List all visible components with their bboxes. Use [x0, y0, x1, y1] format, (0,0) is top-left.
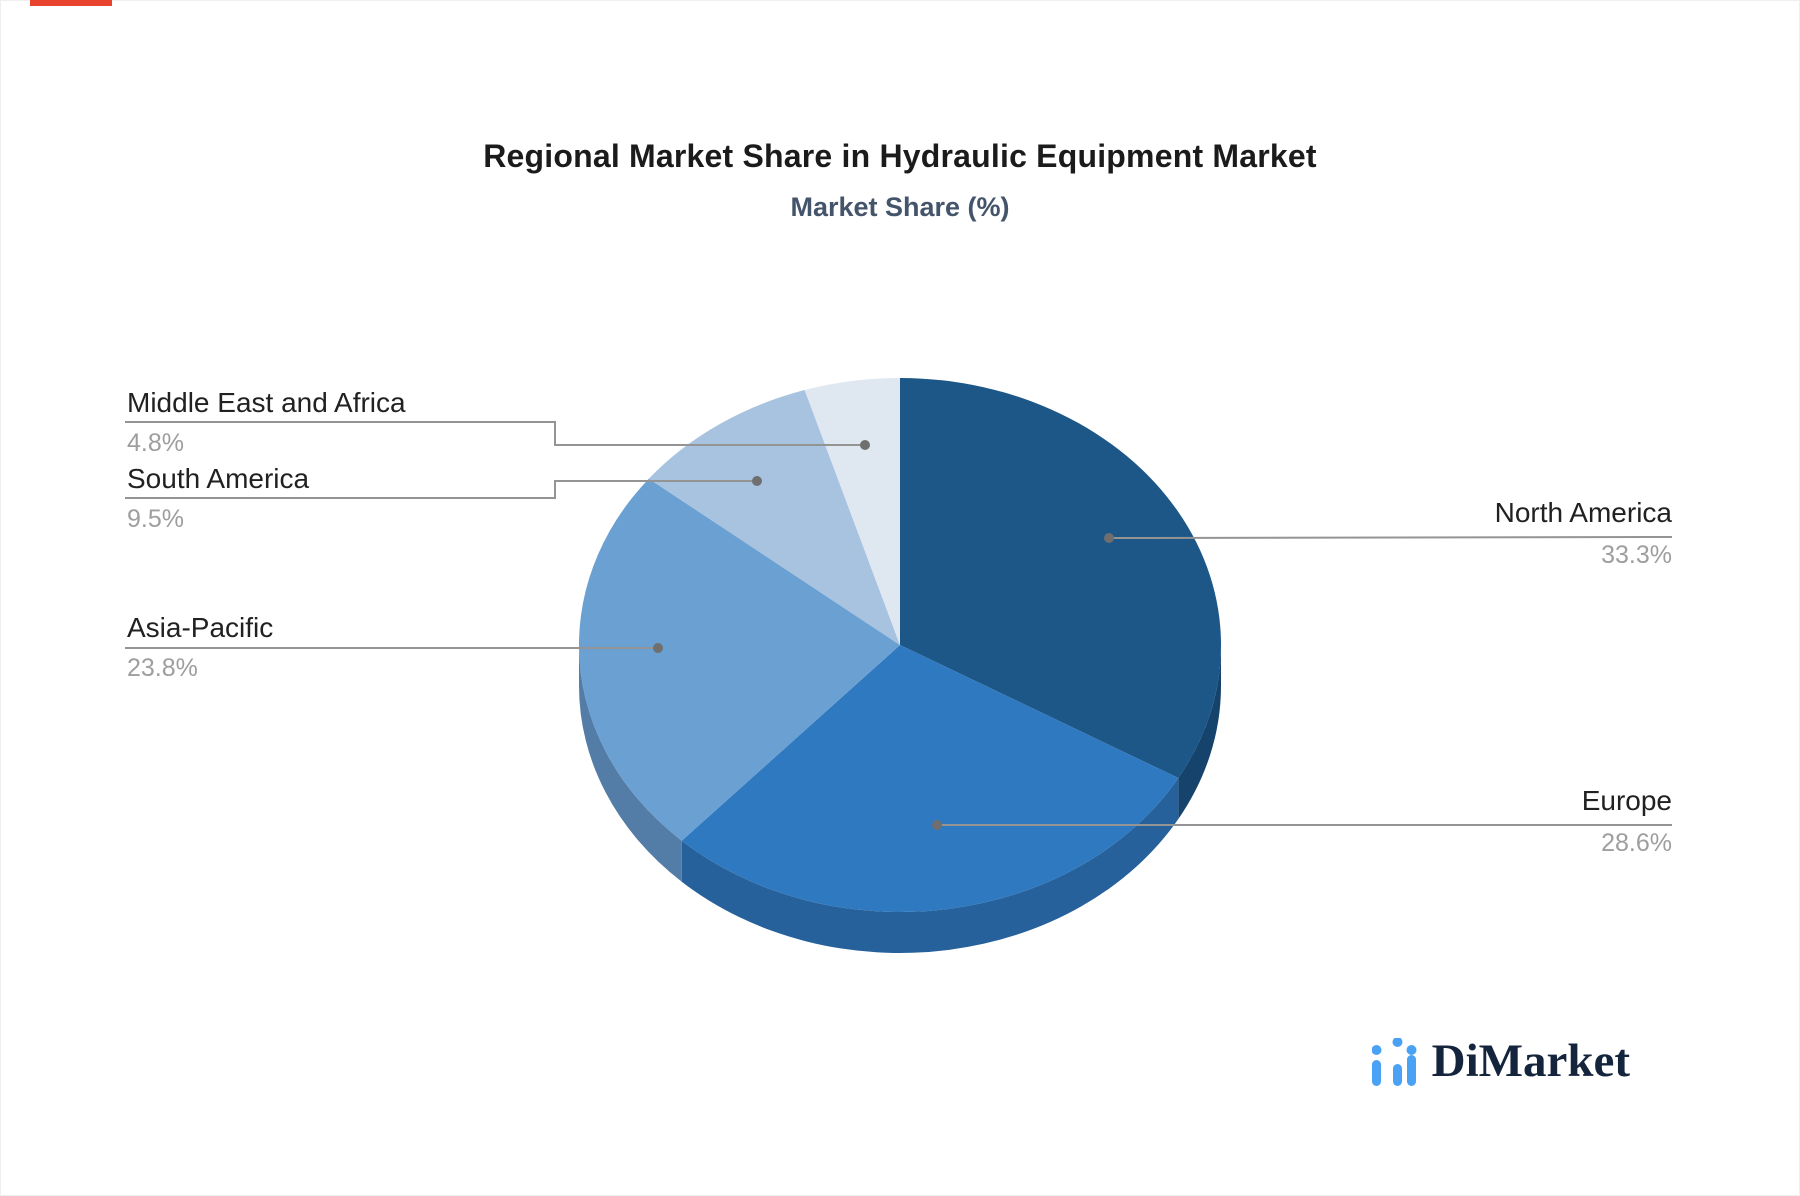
leader-dot-asia-pacific	[653, 643, 663, 653]
chart-page: Regional Market Share in Hydraulic Equip…	[0, 0, 1800, 1196]
slice-percent: 23.8%	[127, 653, 273, 683]
slice-percent: 28.6%	[1582, 828, 1672, 858]
slice-label: Middle East and Africa	[127, 388, 406, 418]
leader-dot-north-america	[1104, 533, 1114, 543]
callout-north-america: North America 33.3%	[1495, 498, 1672, 570]
leader-dot-europe	[932, 820, 942, 830]
slice-percent: 9.5%	[127, 504, 309, 534]
brand-name: DiMarket	[1432, 1036, 1630, 1086]
slice-percent: 33.3%	[1495, 540, 1672, 570]
slice-percent: 4.8%	[127, 428, 406, 458]
callout-asia-pacific: Asia-Pacific 23.8%	[127, 613, 273, 683]
slice-label: North America	[1495, 498, 1672, 528]
brand-logo: DiMarket	[1372, 1036, 1630, 1086]
slice-label: South America	[127, 464, 309, 494]
pie-chart	[0, 0, 1800, 1196]
leader-dot-south-america	[752, 476, 762, 486]
leader-dot-middle-east-and-africa	[860, 440, 870, 450]
slice-label: Asia-Pacific	[127, 613, 273, 643]
bar-chart-logo-icon	[1372, 1038, 1418, 1086]
callout-middle-east-and-africa: Middle East and Africa 4.8%	[127, 388, 406, 458]
callout-europe: Europe 28.6%	[1582, 786, 1672, 858]
callout-south-america: South America 9.5%	[127, 464, 309, 534]
slice-label: Europe	[1582, 786, 1672, 816]
